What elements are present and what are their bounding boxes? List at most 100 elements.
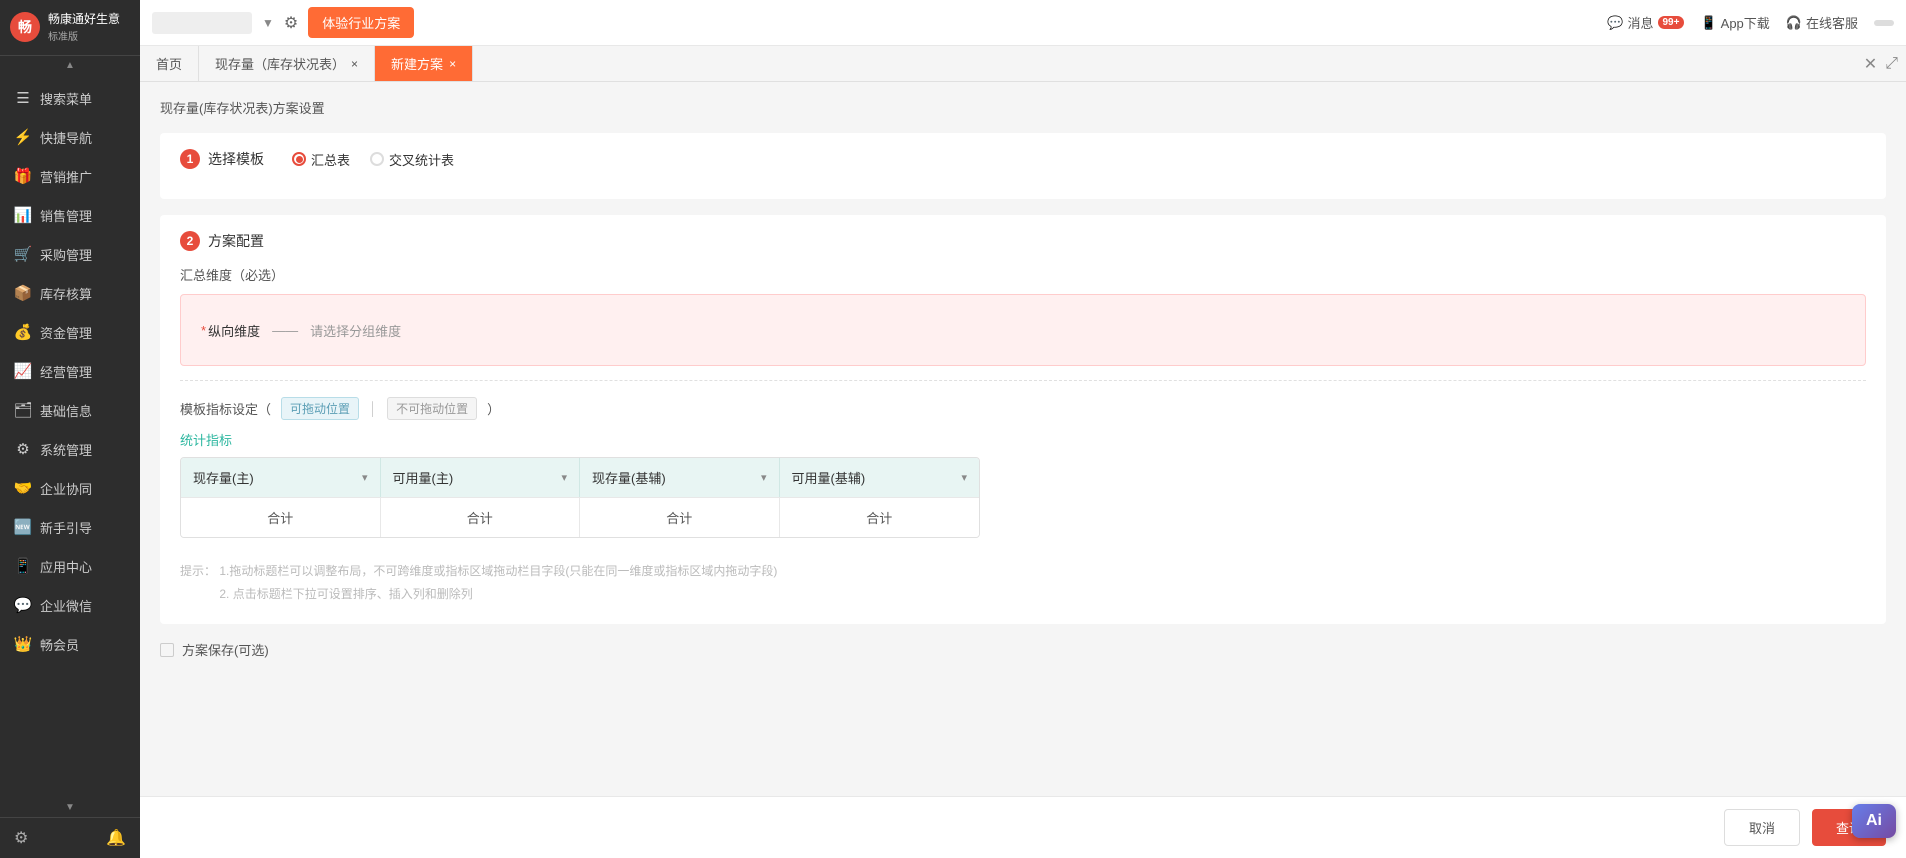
radio-summary-circle [292,152,306,166]
sidebar-item-basic-info[interactable]: 🗂 基础信息 [0,391,140,430]
chevron-3[interactable]: ▾ [761,471,767,484]
indicator-suffix: ） [487,399,500,418]
app-download-button[interactable]: 📱 App下载 [1700,13,1769,32]
sidebar-item-purchase[interactable]: 🛒 采购管理 [0,235,140,274]
ai-float-button[interactable]: Ai [1852,804,1896,838]
cooperation-icon: 🤝 [14,479,32,497]
field-name: 纵向维度 [208,321,260,340]
tab-home[interactable]: 首页 [140,46,199,81]
sidebar-item-label: 系统管理 [40,440,92,459]
sidebar-item-marketing[interactable]: 🎁 营销推广 [0,157,140,196]
step2-header: 2 方案配置 [180,231,1866,251]
sidebar-item-newuser[interactable]: 🆕 新手引导 [0,508,140,547]
sidebar-item-label: 库存核算 [40,284,92,303]
sidebar-scroll-down[interactable]: ▼ [0,798,140,817]
tabs-right-icons: ✕ ⤢ [1856,54,1906,74]
tip-text-2-content: 2. 点击标题栏下拉可设置排序、插入列和删除列 [219,587,472,601]
save-option-row: 方案保存(可选) [160,640,1886,659]
sidebar-item-weixin[interactable]: 💬 企业微信 [0,586,140,625]
user-avatar[interactable] [1874,20,1894,26]
purchase-icon: 🛒 [14,245,32,263]
radio-summary[interactable]: 汇总表 [292,150,350,169]
sidebar-item-inventory[interactable]: 📦 库存核算 [0,274,140,313]
tip-1: 提示： 1.拖动标题栏可以调整布局，不可跨维度或指标区域拖动栏目字段(只能在同一… [180,562,1866,579]
sidebar-item-sales[interactable]: 📊 销售管理 [0,196,140,235]
header-cell-1[interactable]: 现存量(主) ▾ [181,458,381,497]
save-checkbox[interactable] [160,643,174,657]
header-cell-4[interactable]: 可用量(基辅) ▾ [780,458,980,497]
step2-title: 方案配置 [208,231,264,251]
bottom-bar: 取消 查询 [140,796,1906,858]
sidebar-item-vip[interactable]: 👑 畅会员 [0,625,140,664]
app-label: App下载 [1721,13,1770,32]
headset-icon: 🎧 [1786,15,1802,31]
step1-title: 选择模板 [208,149,264,169]
radio-cross[interactable]: 交叉统计表 [370,150,454,169]
tab-inventory-label: 现存量（库存状况表） [215,54,345,73]
template-radio-group: 汇总表 交叉统计表 [292,150,454,169]
home-tab-label: 首页 [156,54,182,73]
service-button[interactable]: 🎧 在线客服 [1786,13,1858,32]
body-cell-2: 合计 [381,497,581,537]
chevron-4[interactable]: ▾ [961,471,967,484]
app-icon: 📱 [1700,15,1716,31]
divider [180,380,1866,381]
sidebar-item-operations[interactable]: 📈 经营管理 [0,352,140,391]
dropdown-icon[interactable]: ▼ [262,16,274,30]
sidebar-item-finance[interactable]: 💰 资金管理 [0,313,140,352]
search-menu-icon: ☰ [14,89,32,107]
sidebar-item-label: 搜索菜单 [40,89,92,108]
sidebar-item-cooperation[interactable]: 🤝 企业协同 [0,469,140,508]
sidebar-item-label: 营销推广 [40,167,92,186]
step2-card: 2 方案配置 汇总维度（必选） * 纵向维度 —— 请选择分组维度 模板指标设定… [160,215,1886,624]
cancel-button[interactable]: 取消 [1724,809,1800,846]
save-option-label: 方案保存(可选) [182,640,269,659]
sidebar-item-appstore[interactable]: 📱 应用中心 [0,547,140,586]
header-cell-2[interactable]: 可用量(主) ▾ [381,458,581,497]
sidebar-scroll-up[interactable]: ▲ [0,56,140,75]
sidebar: 畅 畅康通好生意 标准版 ▲ ☰ 搜索菜单 ⚡ 快捷导航 🎁 营销推广 📊 销售… [0,0,140,858]
step1-number: 1 [180,149,200,169]
stats-table-header: 现存量(主) ▾ 可用量(主) ▾ 现存量(基辅) ▾ 可用量(基辅) [181,458,979,497]
message-button[interactable]: 💬 消息 99+ [1607,13,1684,32]
header-cell-3[interactable]: 现存量(基辅) ▾ [580,458,780,497]
tip-text-1: 1.拖动标题栏可以调整布局，不可跨维度或指标区域拖动栏目字段(只能在同一维度或指… [219,564,777,578]
close-panel-icon[interactable]: ✕ [1864,54,1877,74]
page-title: 现存量(库存状况表)方案设置 [160,98,1886,117]
field-placeholder[interactable]: 请选择分组维度 [310,321,401,340]
expand-icon[interactable]: ⤢ [1885,55,1898,73]
appstore-icon: 📱 [14,557,32,575]
trial-button[interactable]: 体验行业方案 [308,7,414,38]
header-label-4: 可用量(基辅) [792,468,866,487]
sidebar-item-label: 资金管理 [40,323,92,342]
sidebar-item-system[interactable]: ⚙ 系统管理 [0,430,140,469]
sidebar-item-label: 畅会员 [40,635,79,654]
main-area: ▼ ⚙ 体验行业方案 💬 消息 99+ 📱 App下载 🎧 在线客服 首页 [140,0,1906,858]
chevron-1[interactable]: ▾ [362,471,368,484]
tabs-bar: 首页 现存量（库存状况表） × 新建方案 × ✕ ⤢ [140,46,1906,82]
sidebar-item-label: 企业微信 [40,596,92,615]
operations-icon: 📈 [14,362,32,380]
settings-icon[interactable]: ⚙ [14,828,28,848]
tab-new-plan[interactable]: 新建方案 × [375,46,473,81]
search-input[interactable] [152,12,252,34]
header-label-2: 可用量(主) [393,468,454,487]
tab-inventory-close[interactable]: × [351,57,358,71]
vip-icon: 👑 [14,635,32,653]
logo-subtitle: 标准版 [48,28,120,43]
weixin-icon: 💬 [14,596,32,614]
radio-cross-circle [370,152,384,166]
message-icon: 💬 [1607,15,1623,31]
tab-new-plan-close[interactable]: × [449,57,456,71]
sidebar-item-label: 企业协同 [40,479,92,498]
tab-inventory[interactable]: 现存量（库存状况表） × [199,46,375,81]
sound-icon[interactable]: 🔔 [106,828,126,848]
chevron-2[interactable]: ▾ [561,471,567,484]
gear-icon[interactable]: ⚙ [284,13,298,33]
sidebar-item-label: 快捷导航 [40,128,92,147]
step2-number: 2 [180,231,200,251]
content-area: 现存量(库存状况表)方案设置 1 选择模板 汇总表 交叉统计表 [140,82,1906,796]
sidebar-item-search[interactable]: ☰ 搜索菜单 [0,79,140,118]
sidebar-item-shortcut[interactable]: ⚡ 快捷导航 [0,118,140,157]
sidebar-footer: ⚙ 🔔 [0,817,140,858]
